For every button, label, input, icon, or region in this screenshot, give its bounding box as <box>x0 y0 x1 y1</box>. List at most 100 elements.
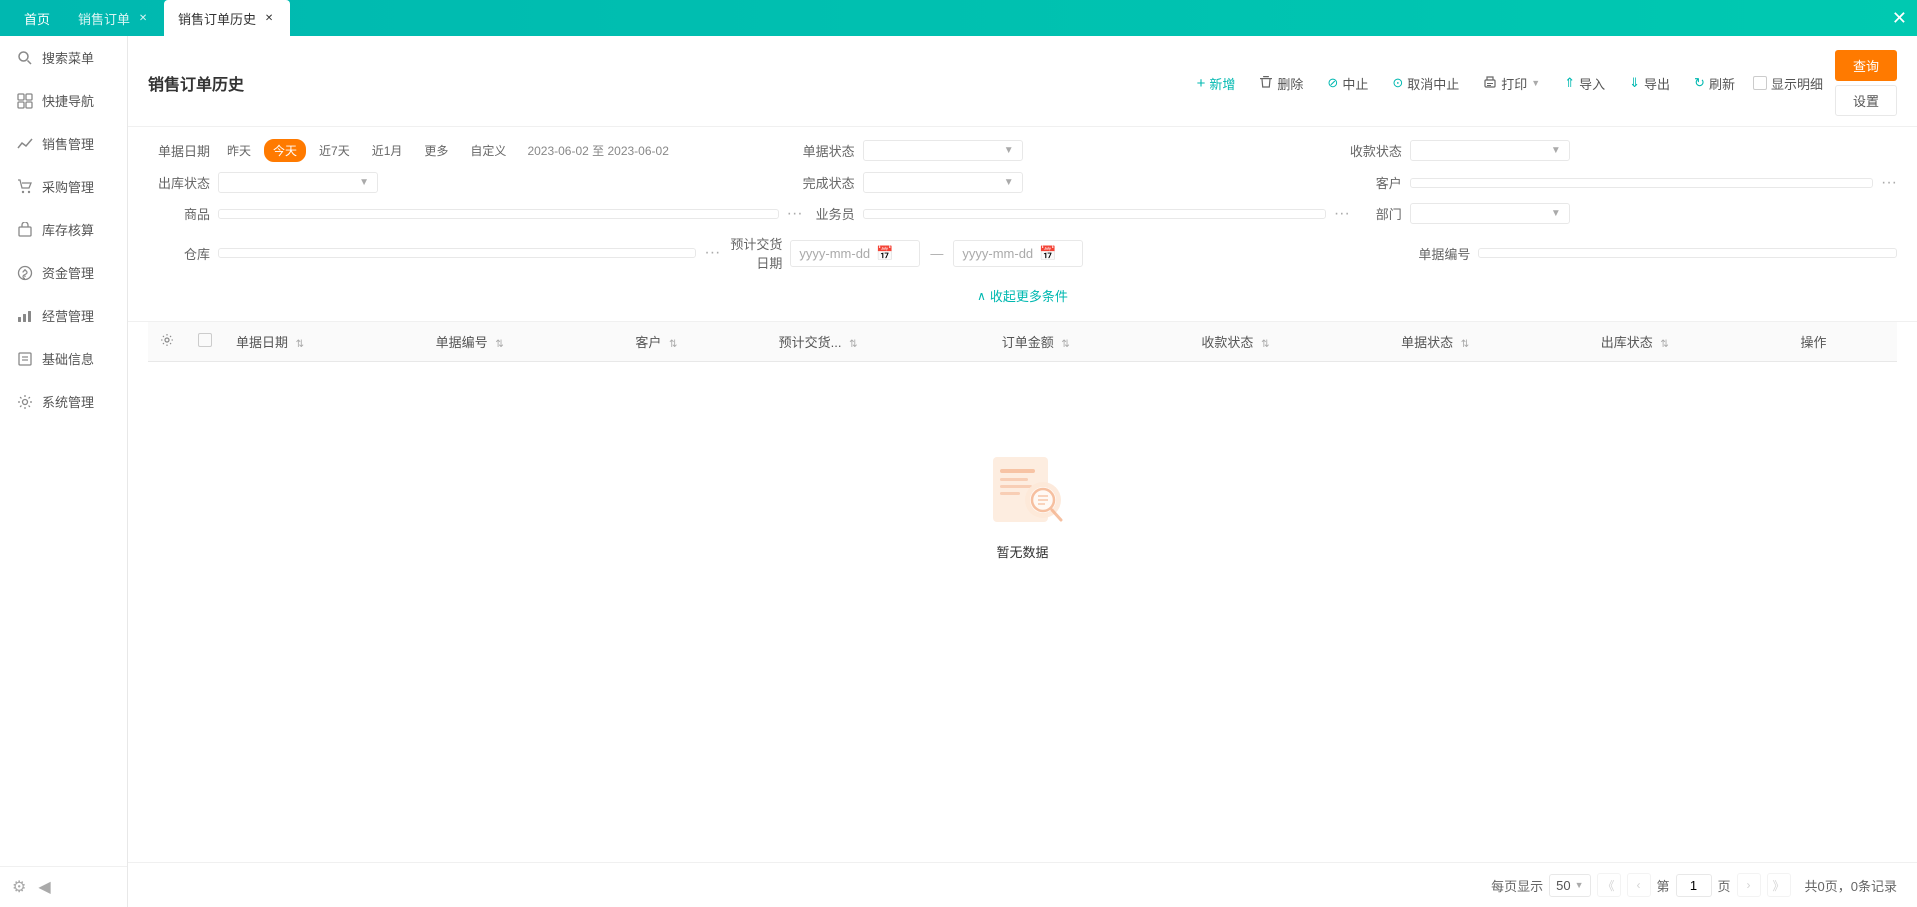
tab-sales-order-history-close[interactable]: ✕ <box>262 11 276 25</box>
col-bill-number-label: 单据编号 <box>436 335 488 350</box>
first-page-button[interactable]: 《 <box>1597 873 1621 897</box>
warehouse-input[interactable] <box>218 248 696 258</box>
next-page-button[interactable]: › <box>1737 873 1761 897</box>
product-more-icon[interactable]: ··· <box>787 205 803 223</box>
export-button[interactable]: ⇓ 导出 <box>1623 70 1676 97</box>
table-col-order-amount[interactable]: 订单金额 ⇅ <box>990 322 1190 362</box>
date-pill-yesterday[interactable]: 昨天 <box>218 139 260 162</box>
stop-button[interactable]: ⊘ 中止 <box>1321 70 1374 97</box>
customer-more-icon[interactable]: ··· <box>1881 174 1897 192</box>
table-col-customer[interactable]: 客户 ⇅ <box>623 322 766 362</box>
col-delivery-status-label: 出库状态 <box>1601 335 1653 350</box>
tab-sales-order-history-label: 销售订单历史 <box>178 9 256 28</box>
sales-mgmt-icon <box>16 135 34 153</box>
data-table: 单据日期 ⇅ 单据编号 ⇅ 客户 ⇅ 预计交货... <box>148 322 1897 641</box>
filter-row-3: 商品 ··· 业务员 ··· 部门 ▼ <box>148 203 1897 224</box>
table-col-settings[interactable] <box>148 322 186 362</box>
sort-delivery-status-icon: ⇅ <box>1660 339 1668 350</box>
table-col-bill-date[interactable]: 单据日期 ⇅ <box>224 322 424 362</box>
date-pill-1month[interactable]: 近1月 <box>363 139 412 162</box>
customer-input[interactable] <box>1410 178 1873 188</box>
bill-number-input[interactable] <box>1478 248 1897 258</box>
table-col-action: 操作 <box>1788 322 1897 362</box>
inventory-icon <box>16 221 34 239</box>
date-pill-custom[interactable]: 自定义 <box>461 139 515 162</box>
last-page-button[interactable]: 》 <box>1767 873 1791 897</box>
select-all-checkbox[interactable] <box>198 333 212 347</box>
per-page-select[interactable]: 50 ▼ <box>1549 874 1590 897</box>
cancel-stop-button[interactable]: ⊙ 取消中止 <box>1386 70 1465 97</box>
completion-status-control: ▼ <box>863 172 1350 193</box>
col-expected-delivery-label: 预计交货... <box>779 335 842 350</box>
sidebar-item-finance[interactable]: 资金管理 <box>0 251 127 294</box>
table-col-delivery-status[interactable]: 出库状态 ⇅ <box>1589 322 1789 362</box>
table-col-bill-status[interactable]: 单据状态 ⇅ <box>1389 322 1589 362</box>
empty-state: 暂无数据 <box>148 362 1897 641</box>
finance-icon <box>16 264 34 282</box>
query-button[interactable]: 查询 <box>1835 50 1897 81</box>
tab-sales-order-history[interactable]: 销售订单历史 ✕ <box>164 0 290 36</box>
payment-status-select[interactable]: ▼ <box>1410 140 1570 161</box>
department-select[interactable]: ▼ <box>1410 203 1570 224</box>
top-bar: 首页 销售订单 ✕ 销售订单历史 ✕ ✕ <box>0 0 1917 36</box>
sidebar-item-inventory[interactable]: 库存核算 <box>0 208 127 251</box>
col-customer-label: 客户 <box>635 335 661 350</box>
bill-status-arrow: ▼ <box>1004 145 1014 156</box>
import-icon: ⇑ <box>1564 75 1575 91</box>
delivery-status-select[interactable]: ▼ <box>218 172 378 193</box>
settings-button[interactable]: 设置 <box>1835 85 1897 116</box>
date-to-placeholder: yyyy-mm-dd <box>962 246 1033 261</box>
sidebar-item-quick-nav[interactable]: 快捷导航 <box>0 79 127 122</box>
bill-number-label: 单据编号 <box>1418 244 1478 263</box>
display-toggle[interactable]: 显示明细 <box>1753 74 1823 93</box>
product-input[interactable] <box>218 209 779 219</box>
salesperson-more-icon[interactable]: ··· <box>1334 205 1350 223</box>
sidebar-item-operations[interactable]: 经营管理 <box>0 294 127 337</box>
tab-home[interactable]: 首页 <box>10 0 64 36</box>
expected-date-from[interactable]: yyyy-mm-dd 📅 <box>790 240 920 267</box>
add-label: 新增 <box>1209 74 1235 93</box>
date-pill-more[interactable]: 更多 <box>415 139 457 162</box>
import-button[interactable]: ⇑ 导入 <box>1558 70 1611 97</box>
empty-text: 暂无数据 <box>996 542 1048 561</box>
page-number-input[interactable] <box>1676 874 1712 897</box>
sidebar-settings-icon[interactable]: ⚙ <box>12 877 26 897</box>
prev-page-button[interactable]: ‹ <box>1627 873 1651 897</box>
delete-label: 删除 <box>1277 74 1303 93</box>
sidebar-item-sales-mgmt[interactable]: 销售管理 <box>0 122 127 165</box>
expected-date-to[interactable]: yyyy-mm-dd 📅 <box>953 240 1083 267</box>
date-from-placeholder: yyyy-mm-dd <box>799 246 870 261</box>
sidebar-item-system-mgmt[interactable]: 系统管理 <box>0 380 127 423</box>
date-pill-today[interactable]: 今天 <box>264 139 306 162</box>
sidebar-collapse-icon[interactable]: ◀ <box>38 877 50 897</box>
calendar-to-icon: 📅 <box>1039 245 1056 262</box>
sidebar-item-purchase-mgmt[interactable]: 采购管理 <box>0 165 127 208</box>
tab-sales-order-close[interactable]: ✕ <box>136 11 150 25</box>
customer-label: 客户 <box>1350 173 1410 192</box>
sidebar-item-basic-info[interactable]: 基础信息 <box>0 337 127 380</box>
sidebar-item-search-menu[interactable]: 搜索菜单 <box>0 36 127 79</box>
warehouse-more-icon[interactable]: ··· <box>704 244 720 262</box>
completion-status-select[interactable]: ▼ <box>863 172 1023 193</box>
sidebar-item-sales-mgmt-label: 销售管理 <box>42 134 94 153</box>
bill-status-control[interactable]: ▼ <box>863 140 1350 161</box>
delete-button[interactable]: 删除 <box>1253 70 1309 97</box>
refresh-button[interactable]: ↻ 刷新 <box>1688 70 1741 97</box>
print-button[interactable]: 打印 ▼ <box>1477 70 1546 97</box>
collapse-button[interactable]: ∧ 收起更多条件 <box>148 282 1897 309</box>
date-label: 单据日期 <box>148 141 218 160</box>
date-pill-7days[interactable]: 近7天 <box>310 139 359 162</box>
window-close-button[interactable]: ✕ <box>1892 8 1907 29</box>
date-pills: 昨天 今天 近7天 近1月 更多 自定义 2023-06-02 至 2023-0… <box>218 139 669 162</box>
table-col-expected-delivery[interactable]: 预计交货... ⇅ <box>767 322 990 362</box>
add-button[interactable]: + 新增 <box>1191 70 1242 97</box>
table-col-bill-number[interactable]: 单据编号 ⇅ <box>424 322 624 362</box>
tab-sales-order[interactable]: 销售订单 ✕ <box>64 0 164 36</box>
table-col-checkbox[interactable] <box>186 322 224 362</box>
bill-status-select[interactable]: ▼ <box>863 140 1023 161</box>
salesperson-input[interactable] <box>863 209 1326 219</box>
table-col-payment-status[interactable]: 收款状态 ⇅ <box>1189 322 1389 362</box>
stop-label: 中止 <box>1342 74 1368 93</box>
payment-status-label: 收款状态 <box>1350 141 1410 160</box>
table-area: 单据日期 ⇅ 单据编号 ⇅ 客户 ⇅ 预计交货... <box>128 322 1917 862</box>
